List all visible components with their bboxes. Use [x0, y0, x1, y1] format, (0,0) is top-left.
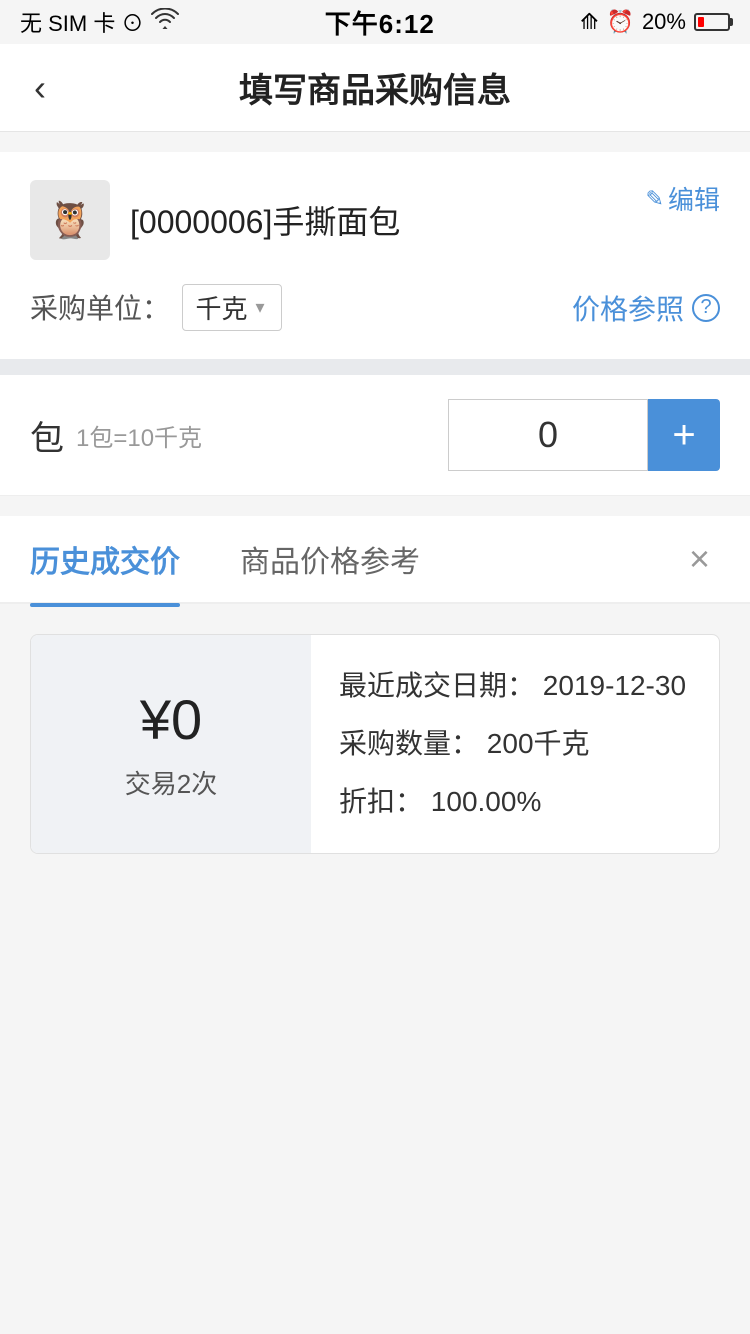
status-left: 无 SIM 卡 ⊙	[20, 6, 179, 38]
tab-price-reference[interactable]: 商品价格参考	[240, 513, 420, 605]
product-unit-row: 采购单位： 千克 ▾ 价格参照 ?	[30, 284, 720, 331]
unit-select[interactable]: 千克 ▾	[182, 284, 281, 331]
product-card: 🦉 [0000006]手撕面包 ✎ 编辑 采购单位： 千克 ▾ 价格参照 ?	[0, 152, 750, 359]
battery-percent: 20%	[642, 9, 686, 35]
history-card-left: ¥0 交易2次	[31, 635, 311, 853]
unit-label: 采购单位：	[30, 293, 170, 324]
signal-text: 无 SIM 卡 ⊙	[20, 6, 143, 38]
price-ref-label: 价格参照	[572, 288, 684, 328]
history-discount-value: 100.00%	[431, 786, 542, 817]
status-time: 下午6:12	[325, 4, 435, 41]
status-right: ⟰ ⏰ 20%	[580, 9, 730, 35]
quantity-row: 包 1包=10千克 +	[0, 375, 750, 496]
tab-price-reference-label: 商品价格参考	[240, 537, 420, 581]
quantity-input-group: +	[448, 399, 720, 471]
history-date-value: 2019-12-30	[543, 670, 686, 701]
product-logo: 🦉	[48, 199, 93, 241]
location-icon: ⟰	[580, 9, 598, 35]
quantity-plus-button[interactable]: +	[648, 399, 720, 471]
nav-header: ‹ 填写商品采购信息	[0, 44, 750, 132]
history-detail-quantity: 采购数量： 200千克	[339, 723, 691, 765]
history-detail-date: 最近成交日期： 2019-12-30	[339, 665, 691, 707]
history-panel: ¥0 交易2次 最近成交日期： 2019-12-30 采购数量： 200千克 折…	[0, 604, 750, 884]
main-content: 历史成交价 商品价格参考 × ¥0 交易2次 最近成交日期： 2019-12-3…	[0, 516, 750, 1116]
product-header: 🦉 [0000006]手撕面包 ✎ 编辑	[30, 180, 720, 260]
history-quantity-label: 采购数量：	[339, 728, 479, 759]
unit-value: 千克	[195, 289, 247, 326]
tab-history-underline	[30, 603, 180, 607]
tab-history[interactable]: 历史成交价	[30, 513, 180, 605]
quantity-unit: 包	[30, 411, 64, 460]
alarm-icon: ⏰	[607, 9, 634, 35]
dropdown-arrow-icon: ▾	[255, 297, 264, 318]
history-card: ¥0 交易2次 最近成交日期： 2019-12-30 采购数量： 200千克 折…	[30, 634, 720, 854]
back-button[interactable]: ‹	[24, 57, 56, 119]
history-discount-label: 折扣：	[339, 786, 423, 817]
quantity-input[interactable]	[448, 399, 648, 471]
status-bar: 无 SIM 卡 ⊙ 下午6:12 ⟰ ⏰ 20%	[0, 0, 750, 44]
product-name: [0000006]手撕面包	[130, 197, 400, 243]
unit-selector: 采购单位： 千克 ▾	[30, 284, 282, 331]
tab-history-label: 历史成交价	[30, 537, 180, 581]
tab-bar: 历史成交价 商品价格参考 ×	[0, 516, 750, 604]
history-price: ¥0	[140, 687, 202, 752]
history-detail-discount: 折扣： 100.00%	[339, 781, 691, 823]
page-title: 填写商品采购信息	[239, 63, 511, 112]
product-thumbnail: 🦉	[30, 180, 110, 260]
history-date-label: 最近成交日期：	[339, 670, 535, 701]
edit-label: 编辑	[668, 180, 720, 217]
tab-close-button[interactable]: ×	[679, 528, 720, 590]
product-left: 🦉 [0000006]手撕面包	[30, 180, 400, 260]
edit-button[interactable]: ✎ 编辑	[646, 180, 720, 217]
quantity-label: 包 1包=10千克	[30, 411, 202, 460]
edit-icon: ✎	[646, 186, 664, 212]
history-transactions: 交易2次	[125, 764, 217, 801]
battery-icon	[694, 13, 730, 31]
history-card-right: 最近成交日期： 2019-12-30 采购数量： 200千克 折扣： 100.0…	[311, 635, 719, 853]
history-quantity-value: 200千克	[487, 728, 590, 759]
wifi-icon	[151, 8, 179, 36]
price-reference-button[interactable]: 价格参照 ?	[572, 288, 720, 328]
quantity-unit-sub: 1包=10千克	[76, 418, 202, 453]
tab-items: 历史成交价 商品价格参考	[30, 513, 420, 605]
section-divider	[0, 359, 750, 375]
help-icon: ?	[692, 294, 720, 322]
